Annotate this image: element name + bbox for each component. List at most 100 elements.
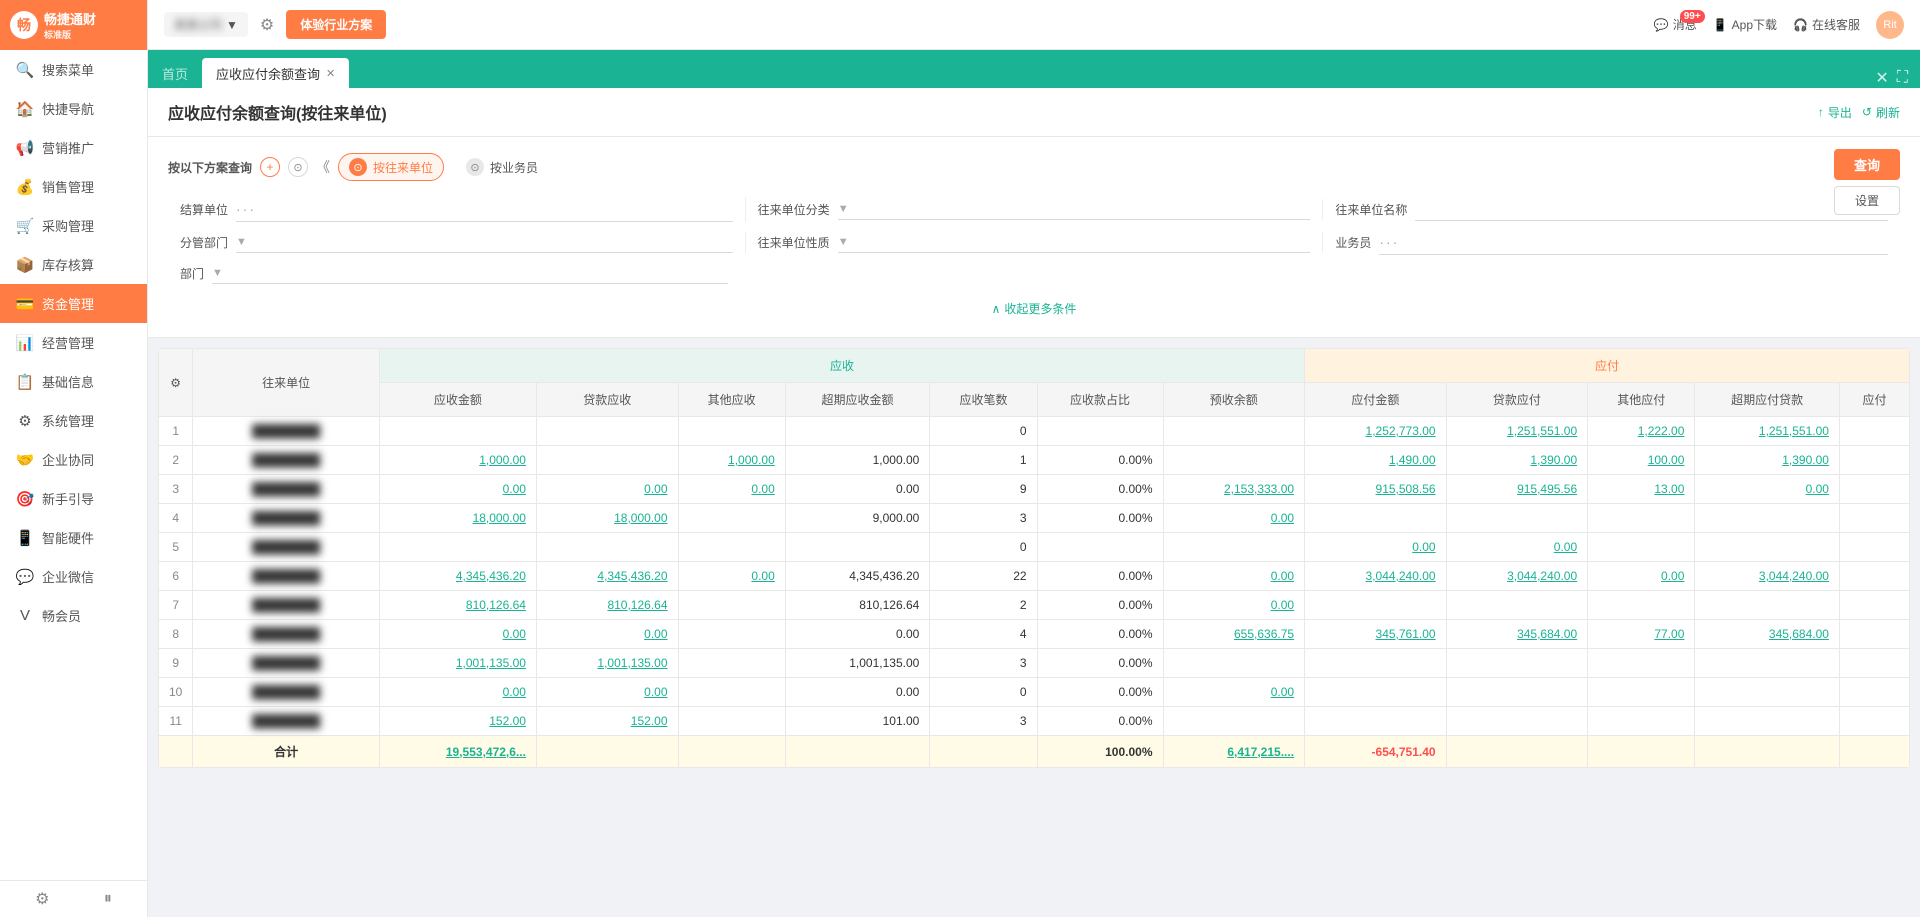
tab-ar-ap-close-icon[interactable]: ✕: [326, 67, 335, 80]
row-no: 4: [159, 504, 193, 533]
row-no: 9: [159, 649, 193, 678]
messages-button[interactable]: 💬 消息 99+: [1654, 16, 1697, 33]
sidebar-item-finance[interactable]: 💳 资金管理: [0, 284, 147, 323]
col-recv-amount: 应收金额: [379, 383, 536, 417]
close-window-icon[interactable]: ✕: [1875, 68, 1888, 88]
app-download-button[interactable]: 📱 App下载: [1713, 16, 1777, 33]
topbar-gear-icon[interactable]: ⚙: [260, 15, 274, 35]
sidebar-item-operation[interactable]: 📊 经营管理: [0, 323, 147, 362]
export-button[interactable]: ↑ 导出: [1818, 104, 1852, 121]
row-no: 3: [159, 475, 193, 504]
refresh-button[interactable]: ↺ 刷新: [1862, 104, 1900, 121]
col-receivable-group-header: 应收: [379, 349, 1304, 383]
table-settings-button[interactable]: 设置: [1834, 186, 1900, 215]
col-payable-group-header: 应付: [1305, 349, 1910, 383]
app-icon: 📱: [1713, 18, 1728, 32]
unit-name-field: 往来单位名称: [1323, 198, 1900, 221]
total-receivable[interactable]: 19,553,472,6...: [379, 736, 536, 768]
collapse-bottom-icon[interactable]: ⏸: [104, 890, 112, 908]
sidebar-item-inventory[interactable]: 📦 库存核算: [0, 245, 147, 284]
table-row: 2 ████████ 1,000.00 1,000.00 1,000.00 1 …: [159, 446, 1910, 475]
salesman-input[interactable]: ···: [1379, 230, 1888, 255]
purchase-label: 采购管理: [42, 216, 94, 235]
salesman-label: 业务员: [1335, 234, 1371, 251]
page-header: 应收应付余额查询(按往来单位) ↑ 导出 ↺ 刷新: [148, 88, 1920, 137]
topbar-company[interactable]: 某某公司 ▼: [164, 12, 248, 37]
filter-options: ⊙ 按往来单位 ⊙ 按业务员: [338, 149, 548, 185]
col-settings-header[interactable]: ⚙: [159, 349, 193, 417]
page-title: 应收应付余额查询(按往来单位): [168, 100, 387, 124]
sidebar-item-search[interactable]: 🔍 搜索菜单: [0, 50, 147, 89]
sidebar-item-member[interactable]: V 畅会员: [0, 596, 147, 635]
system-icon: ⚙: [16, 412, 34, 430]
service-button[interactable]: 🎧 在线客服: [1793, 16, 1860, 33]
search-icon: 🔍: [16, 61, 34, 79]
filter-row-2: 分管部门 ▼ 往来单位性质 ▼ 业务员 ···: [168, 230, 1900, 255]
filter-add-button[interactable]: +: [260, 157, 280, 177]
sidebar-item-system[interactable]: ⚙ 系统管理: [0, 401, 147, 440]
basic-label: 基础信息: [42, 372, 94, 391]
filter-row-1: 结算单位 ··· 往来单位分类 ▼ 往来单位名称: [168, 197, 1900, 222]
row-no: 1: [159, 417, 193, 446]
collapse-more-button[interactable]: ∧ 收起更多条件: [168, 292, 1900, 325]
inventory-icon: 📦: [16, 256, 34, 274]
dept-manage-input[interactable]: ▼: [236, 232, 733, 253]
table-row: 11 ████████ 152.00 152.00 101.00 3 0.00%: [159, 707, 1910, 736]
sidebar-item-corp[interactable]: 🤝 企业协同: [0, 440, 147, 479]
row-unit: ████████: [193, 678, 380, 707]
col-overdue-pay: 超期应付贷款: [1695, 383, 1840, 417]
settlement-unit-label: 结算单位: [180, 201, 228, 218]
sidebar-item-basic[interactable]: 📋 基础信息: [0, 362, 147, 401]
row-unit: ████████: [193, 446, 380, 475]
message-icon: 💬: [1654, 18, 1669, 32]
unit-category-field: 往来单位分类 ▼: [746, 199, 1324, 220]
settlement-unit-input[interactable]: ···: [236, 197, 733, 222]
finance-icon: 💳: [16, 295, 34, 313]
total-prepay[interactable]: 6,417,215....: [1163, 736, 1305, 768]
unit-nature-input[interactable]: ▼: [838, 232, 1311, 253]
unit-category-input[interactable]: ▼: [838, 199, 1311, 220]
settings-bottom-icon[interactable]: ⚙: [35, 889, 49, 909]
dept-label: 部门: [180, 265, 204, 282]
sidebar-item-guide[interactable]: 🎯 新手引导: [0, 479, 147, 518]
unit-name-input[interactable]: [1415, 198, 1888, 221]
sidebar-item-hardware[interactable]: 📱 智能硬件: [0, 518, 147, 557]
expand-window-icon[interactable]: ⛶: [1897, 69, 1908, 87]
row-unit: ████████: [193, 649, 380, 678]
filter-collapse-button[interactable]: 《: [316, 157, 330, 177]
tab-home[interactable]: 首页: [148, 58, 202, 88]
filter-settings-button[interactable]: ⊙: [288, 157, 308, 177]
user-avatar[interactable]: Rit: [1876, 11, 1904, 39]
col-overdue-recv: 超期应收金额: [785, 383, 930, 417]
table-row: 5 ████████ 0 0.00 0.00: [159, 533, 1910, 562]
row-no: 10: [159, 678, 193, 707]
query-button[interactable]: 查询: [1834, 149, 1900, 180]
sidebar-item-purchase[interactable]: 🛒 采购管理: [0, 206, 147, 245]
sidebar-item-wechat[interactable]: 💬 企业微信: [0, 557, 147, 596]
corp-icon: 🤝: [16, 451, 34, 469]
export-icon: ↑: [1818, 105, 1824, 119]
tab-ar-ap[interactable]: 应收应付余额查询✕: [202, 58, 349, 88]
col-unit-header: 往来单位: [193, 349, 380, 417]
row-unit: ████████: [193, 707, 380, 736]
dept-input[interactable]: ▼: [212, 263, 728, 284]
sidebar-item-sales[interactable]: 💰 销售管理: [0, 167, 147, 206]
filter-option-icon-unit: ⊙: [349, 158, 367, 176]
dept-manage-field: 分管部门 ▼: [168, 232, 746, 253]
sidebar-item-quick-nav[interactable]: 🏠 快捷导航: [0, 89, 147, 128]
row-no: 2: [159, 446, 193, 475]
sidebar-item-marketing[interactable]: 📢 营销推广: [0, 128, 147, 167]
topbar: 某某公司 ▼ ⚙ 体验行业方案 💬 消息 99+ 📱 App下载 🎧 在线客服 …: [148, 0, 1920, 50]
col-recv-ratio: 应收款占比: [1037, 383, 1163, 417]
filter-option-by-unit[interactable]: ⊙ 按往来单位: [338, 153, 444, 181]
sidebar: 畅 畅捷通财 标准版 🔍 搜索菜单 🏠 快捷导航 📢 营销推广 💰 销售管理 🛒…: [0, 0, 148, 917]
topbar-right: 💬 消息 99+ 📱 App下载 🎧 在线客服 Rit: [1654, 11, 1904, 39]
topbar-cta-button[interactable]: 体验行业方案: [286, 10, 386, 39]
row-no: 5: [159, 533, 193, 562]
table-row: 3 ████████ 0.00 0.00 0.00 0.00 9 0.00% 2…: [159, 475, 1910, 504]
total-label: 合计: [193, 736, 380, 768]
col-pay-extra: 应付: [1839, 383, 1909, 417]
logo-text: 畅捷通财 标准版: [44, 9, 96, 41]
filter-option-by-staff[interactable]: ⊙ 按业务员: [456, 153, 548, 181]
company-name: 某某公司: [174, 16, 222, 33]
